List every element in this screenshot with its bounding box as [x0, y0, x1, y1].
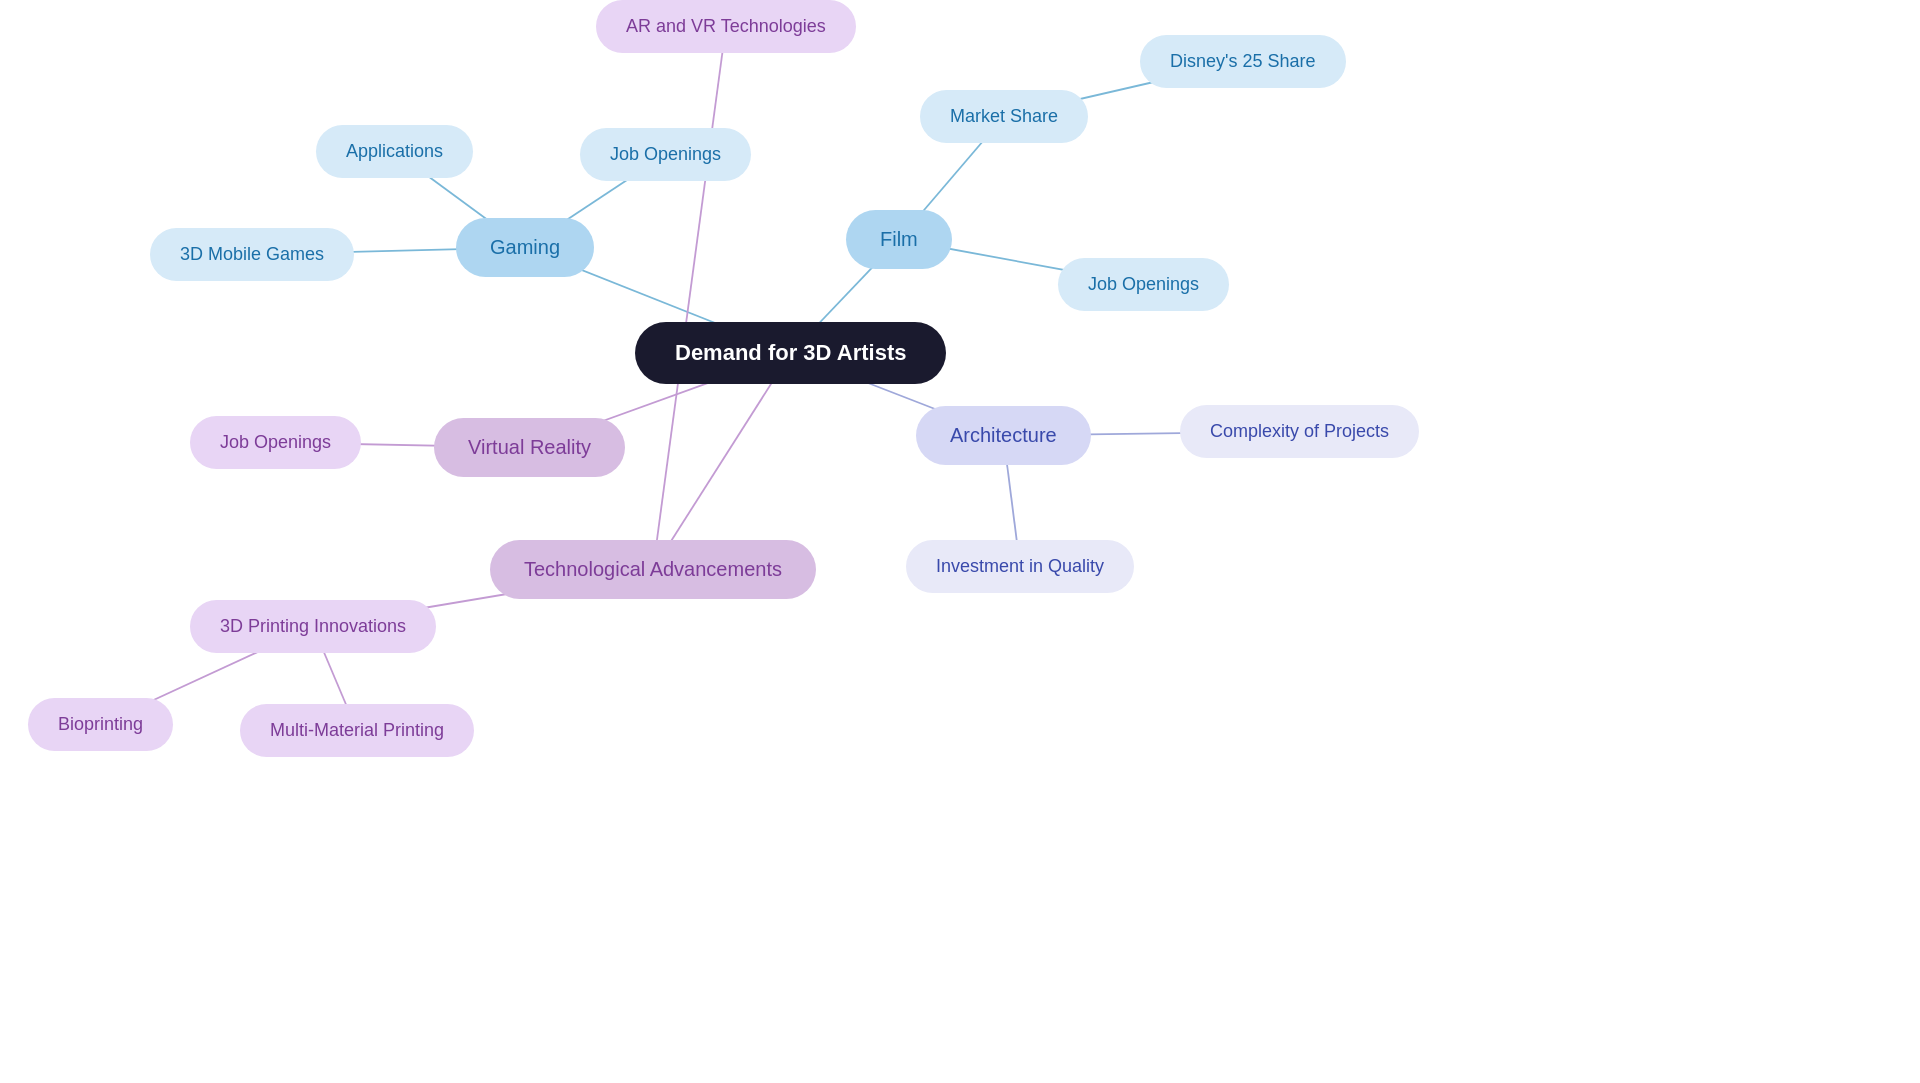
disneys-share-label: Disney's 25 Share [1170, 51, 1316, 72]
multi-material-label: Multi-Material Printing [270, 720, 444, 741]
center-label: Demand for 3D Artists [675, 340, 906, 366]
virtual-reality-node[interactable]: Virtual Reality [434, 418, 625, 477]
tech-advancements-label: Technological Advancements [524, 558, 782, 581]
job-openings-gaming-label: Job Openings [610, 144, 721, 165]
complexity-node[interactable]: Complexity of Projects [1180, 405, 1419, 458]
ar-vr-node[interactable]: AR and VR Technologies [596, 0, 856, 53]
printing-innovations-label: 3D Printing Innovations [220, 616, 406, 637]
job-openings-vr-label: Job Openings [220, 432, 331, 453]
multi-material-node[interactable]: Multi-Material Printing [240, 704, 474, 757]
virtual-reality-label: Virtual Reality [468, 436, 591, 459]
job-openings-film-node[interactable]: Job Openings [1058, 258, 1229, 311]
job-openings-vr-node[interactable]: Job Openings [190, 416, 361, 469]
gaming-label: Gaming [490, 236, 560, 259]
mobile-games-node[interactable]: 3D Mobile Games [150, 228, 354, 281]
film-label: Film [880, 228, 918, 251]
disneys-share-node[interactable]: Disney's 25 Share [1140, 35, 1346, 88]
bioprinting-label: Bioprinting [58, 714, 143, 735]
market-share-node[interactable]: Market Share [920, 90, 1088, 143]
tech-advancements-node[interactable]: Technological Advancements [490, 540, 816, 599]
architecture-label: Architecture [950, 424, 1057, 447]
ar-vr-label: AR and VR Technologies [626, 16, 826, 37]
bioprinting-node[interactable]: Bioprinting [28, 698, 173, 751]
printing-innovations-node[interactable]: 3D Printing Innovations [190, 600, 436, 653]
job-openings-film-label: Job Openings [1088, 274, 1199, 295]
center-node[interactable]: Demand for 3D Artists [635, 322, 946, 384]
gaming-node[interactable]: Gaming [456, 218, 594, 277]
svg-line-3 [653, 353, 791, 570]
mobile-games-label: 3D Mobile Games [180, 244, 324, 265]
complexity-label: Complexity of Projects [1210, 421, 1389, 442]
market-share-label: Market Share [950, 106, 1058, 127]
architecture-node[interactable]: Architecture [916, 406, 1091, 465]
applications-label: Applications [346, 141, 443, 162]
investment-node[interactable]: Investment in Quality [906, 540, 1134, 593]
film-node[interactable]: Film [846, 210, 952, 269]
svg-line-13 [653, 27, 726, 570]
investment-label: Investment in Quality [936, 556, 1104, 577]
job-openings-gaming-node[interactable]: Job Openings [580, 128, 751, 181]
applications-node[interactable]: Applications [316, 125, 473, 178]
